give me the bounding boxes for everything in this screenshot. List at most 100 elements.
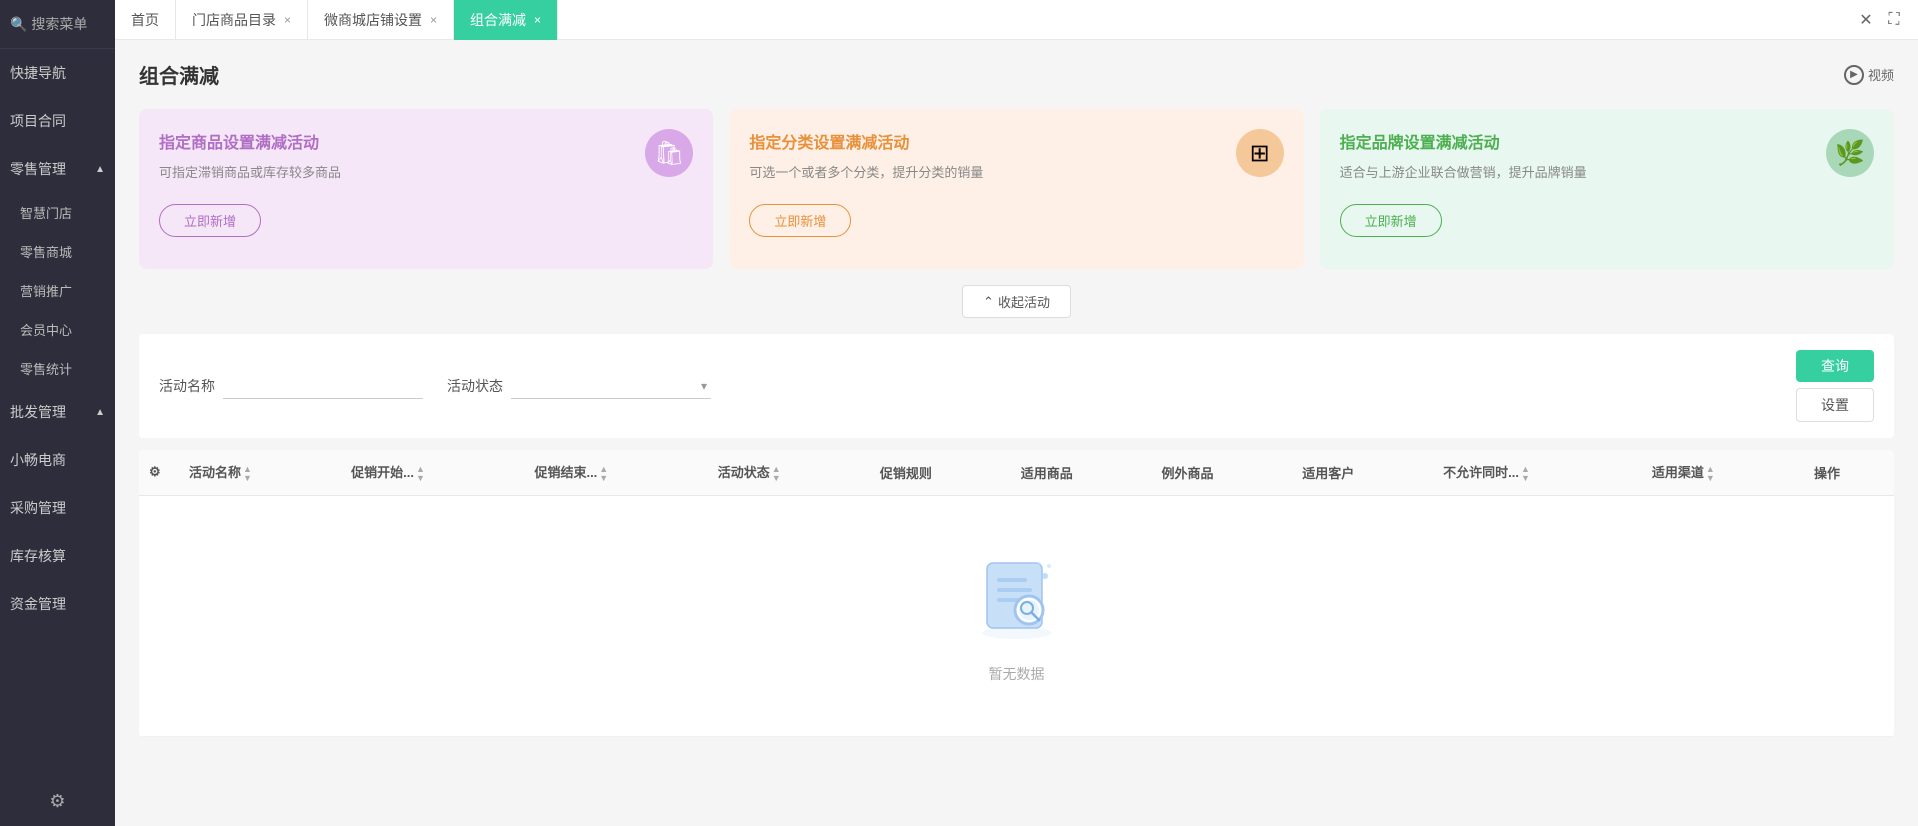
sidebar-item-retail-mall[interactable]: 零售商城 [0, 232, 115, 271]
maximize-window-button[interactable]: ⛶ [1880, 6, 1908, 34]
tab-label-combo-discount: 组合满减 [470, 10, 526, 30]
tab-label-mini-store-settings: 微商城店铺设置 [324, 10, 422, 30]
th-promo-start[interactable]: 促销开始...▲▼ [341, 450, 524, 495]
table-header: ⚙活动名称▲▼促销开始...▲▼促销结束...▲▼活动状态▲▼促销规则适用商品例… [139, 450, 1894, 495]
collapse-label: 收起活动 [998, 292, 1050, 311]
card-icon-category-card: ⊞ [1236, 129, 1284, 177]
card-desc-category-card: 可选一个或者多个分类，提升分类的销量 [749, 163, 1283, 184]
card-icon-product-card: 🛍 [645, 129, 693, 177]
activity-status-select[interactable]: 进行中 已结束 未开始 [511, 374, 711, 399]
data-table-wrap: ⚙活动名称▲▼促销开始...▲▼促销结束...▲▼活动状态▲▼促销规则适用商品例… [139, 450, 1894, 737]
sort-icon-promo-start: ▲▼ [416, 465, 425, 483]
card-btn-brand-card[interactable]: 立即新增 [1340, 204, 1442, 237]
sort-icon-activity-status: ▲▼ [772, 465, 781, 483]
th-label-not-allow-same: 不允许同时... [1443, 465, 1519, 480]
sidebar-item-purchase[interactable]: 采购管理 [0, 484, 115, 532]
sidebar-item-ecommerce[interactable]: 小畅电商 [0, 436, 115, 484]
th-promo-end[interactable]: 促销结束...▲▼ [524, 450, 707, 495]
content-area: 组合满减 ▶ 视频 指定商品设置满减活动 🛍 可指定滞销商品或库存较多商品 立即… [115, 40, 1918, 826]
tab-close-store-catalog[interactable]: × [284, 13, 291, 27]
th-label-activity-status: 活动状态 [718, 465, 770, 480]
th-gear: ⚙ [139, 450, 179, 495]
th-applicable-goods: 适用商品 [1011, 450, 1152, 495]
sidebar-item-wholesale[interactable]: 批发管理 [0, 388, 115, 436]
tab-close-combo-discount[interactable]: × [534, 13, 541, 27]
table-gear-icon[interactable]: ⚙ [149, 464, 161, 479]
sort-icon-activity-name: ▲▼ [243, 465, 252, 483]
th-promo-rule: 促销规则 [870, 450, 1011, 495]
sidebar-item-member-center[interactable]: 会员中心 [0, 310, 115, 349]
card-desc-brand-card: 适合与上游企业联合做营销，提升品牌销量 [1340, 163, 1874, 184]
sort-icon-promo-end: ▲▼ [599, 465, 608, 483]
card-desc-product-card: 可指定滞销商品或库存较多商品 [159, 163, 693, 184]
data-table: ⚙活动名称▲▼促销开始...▲▼促销结束...▲▼活动状态▲▼促销规则适用商品例… [139, 450, 1894, 737]
activity-name-label: 活动名称 [159, 376, 215, 396]
card-btn-product-card[interactable]: 立即新增 [159, 204, 261, 237]
video-label: 视频 [1868, 65, 1894, 84]
activity-cards-row: 指定商品设置满减活动 🛍 可指定滞销商品或库存较多商品 立即新增 指定分类设置满… [139, 109, 1894, 269]
th-activity-name[interactable]: 活动名称▲▼ [179, 450, 341, 495]
sidebar-gear-button[interactable]: ⚙ [0, 777, 115, 826]
sidebar-search[interactable]: 🔍 搜索菜单 [0, 0, 115, 49]
empty-illustration [967, 548, 1067, 648]
collapse-arrow-icon: ⌃ [983, 294, 994, 310]
card-title-brand-card: 指定品牌设置满减活动 [1340, 129, 1874, 153]
activity-status-select-wrap: 进行中 已结束 未开始 ▾ [511, 374, 711, 399]
th-not-allow-same[interactable]: 不允许同时...▲▼ [1433, 450, 1642, 495]
sort-icon-applicable-channel: ▲▼ [1706, 465, 1715, 483]
setting-button[interactable]: 设置 [1796, 388, 1874, 422]
play-icon: ▶ [1844, 65, 1864, 85]
th-activity-status[interactable]: 活动状态▲▼ [708, 450, 870, 495]
th-exception-goods: 例外商品 [1152, 450, 1293, 495]
page-header: 组合满减 ▶ 视频 [139, 60, 1894, 89]
sort-icon-not-allow-same: ▲▼ [1521, 465, 1530, 483]
th-label-promo-start: 促销开始... [351, 465, 414, 480]
tab-store-catalog[interactable]: 门店商品目录 × [176, 0, 308, 40]
card-product-card: 指定商品设置满减活动 🛍 可指定滞销商品或库存较多商品 立即新增 [139, 109, 713, 269]
filter-actions: 查询 设置 [1796, 350, 1874, 422]
video-button[interactable]: ▶ 视频 [1844, 65, 1894, 85]
card-btn-category-card[interactable]: 立即新增 [749, 204, 851, 237]
th-label-applicable-customer: 适用客户 [1302, 466, 1354, 481]
card-category-card: 指定分类设置满减活动 ⊞ 可选一个或者多个分类，提升分类的销量 立即新增 [729, 109, 1303, 269]
tab-home[interactable]: 首页 [115, 0, 176, 40]
activity-status-label: 活动状态 [447, 376, 503, 396]
th-label-operation: 操作 [1814, 466, 1840, 481]
activity-name-input[interactable] [223, 374, 423, 399]
sidebar-item-marketing[interactable]: 营销推广 [0, 271, 115, 310]
tab-combo-discount[interactable]: 组合满减 × [454, 0, 558, 40]
tab-mini-store-settings[interactable]: 微商城店铺设置 × [308, 0, 454, 40]
th-label-promo-rule: 促销规则 [880, 466, 932, 481]
sidebar-item-project-contract[interactable]: 项目合同 [0, 97, 115, 145]
collapse-button[interactable]: ⌃ 收起活动 [962, 285, 1071, 318]
sidebar-item-quick-nav[interactable]: 快捷导航 [0, 49, 115, 97]
th-operation: 操作 [1804, 450, 1894, 495]
search-icon: 🔍 [10, 16, 27, 32]
th-label-promo-end: 促销结束... [534, 465, 597, 480]
filter-activity-name: 活动名称 [159, 374, 423, 399]
tab-label-store-catalog: 门店商品目录 [192, 10, 276, 30]
tabbar: 首页门店商品目录 × 微商城店铺设置 × 组合满减 × ✕ ⛶ [115, 0, 1918, 40]
filter-activity-status: 活动状态 进行中 已结束 未开始 ▾ [447, 374, 711, 399]
th-applicable-channel[interactable]: 适用渠道▲▼ [1642, 450, 1804, 495]
empty-state: 暂无数据 [149, 508, 1884, 724]
filter-row: 活动名称 活动状态 进行中 已结束 未开始 ▾ 查询 设置 [139, 334, 1894, 438]
close-window-button[interactable]: ✕ [1852, 6, 1880, 34]
empty-row: 暂无数据 [139, 495, 1894, 736]
th-label-applicable-goods: 适用商品 [1021, 466, 1073, 481]
tab-close-mini-store-settings[interactable]: × [430, 13, 437, 27]
card-title-category-card: 指定分类设置满减活动 [749, 129, 1283, 153]
card-title-product-card: 指定商品设置满减活动 [159, 129, 693, 153]
sidebar-item-finance[interactable]: 资金管理 [0, 580, 115, 628]
sidebar-item-retail-management[interactable]: 零售管理 [0, 145, 115, 193]
query-button[interactable]: 查询 [1796, 350, 1874, 382]
page-title: 组合满减 [139, 60, 219, 89]
sidebar: 🔍 搜索菜单 快捷导航项目合同零售管理智慧门店零售商城营销推广会员中心零售统计批… [0, 0, 115, 826]
empty-text: 暂无数据 [989, 664, 1045, 684]
sidebar-item-retail-stats[interactable]: 零售统计 [0, 349, 115, 388]
tabbar-controls: ✕ ⛶ [1852, 6, 1918, 34]
sidebar-item-smart-store[interactable]: 智慧门店 [0, 193, 115, 232]
th-label-applicable-channel: 适用渠道 [1652, 465, 1704, 480]
card-brand-card: 指定品牌设置满减活动 🌿 适合与上游企业联合做营销，提升品牌销量 立即新增 [1320, 109, 1894, 269]
sidebar-item-inventory[interactable]: 库存核算 [0, 532, 115, 580]
